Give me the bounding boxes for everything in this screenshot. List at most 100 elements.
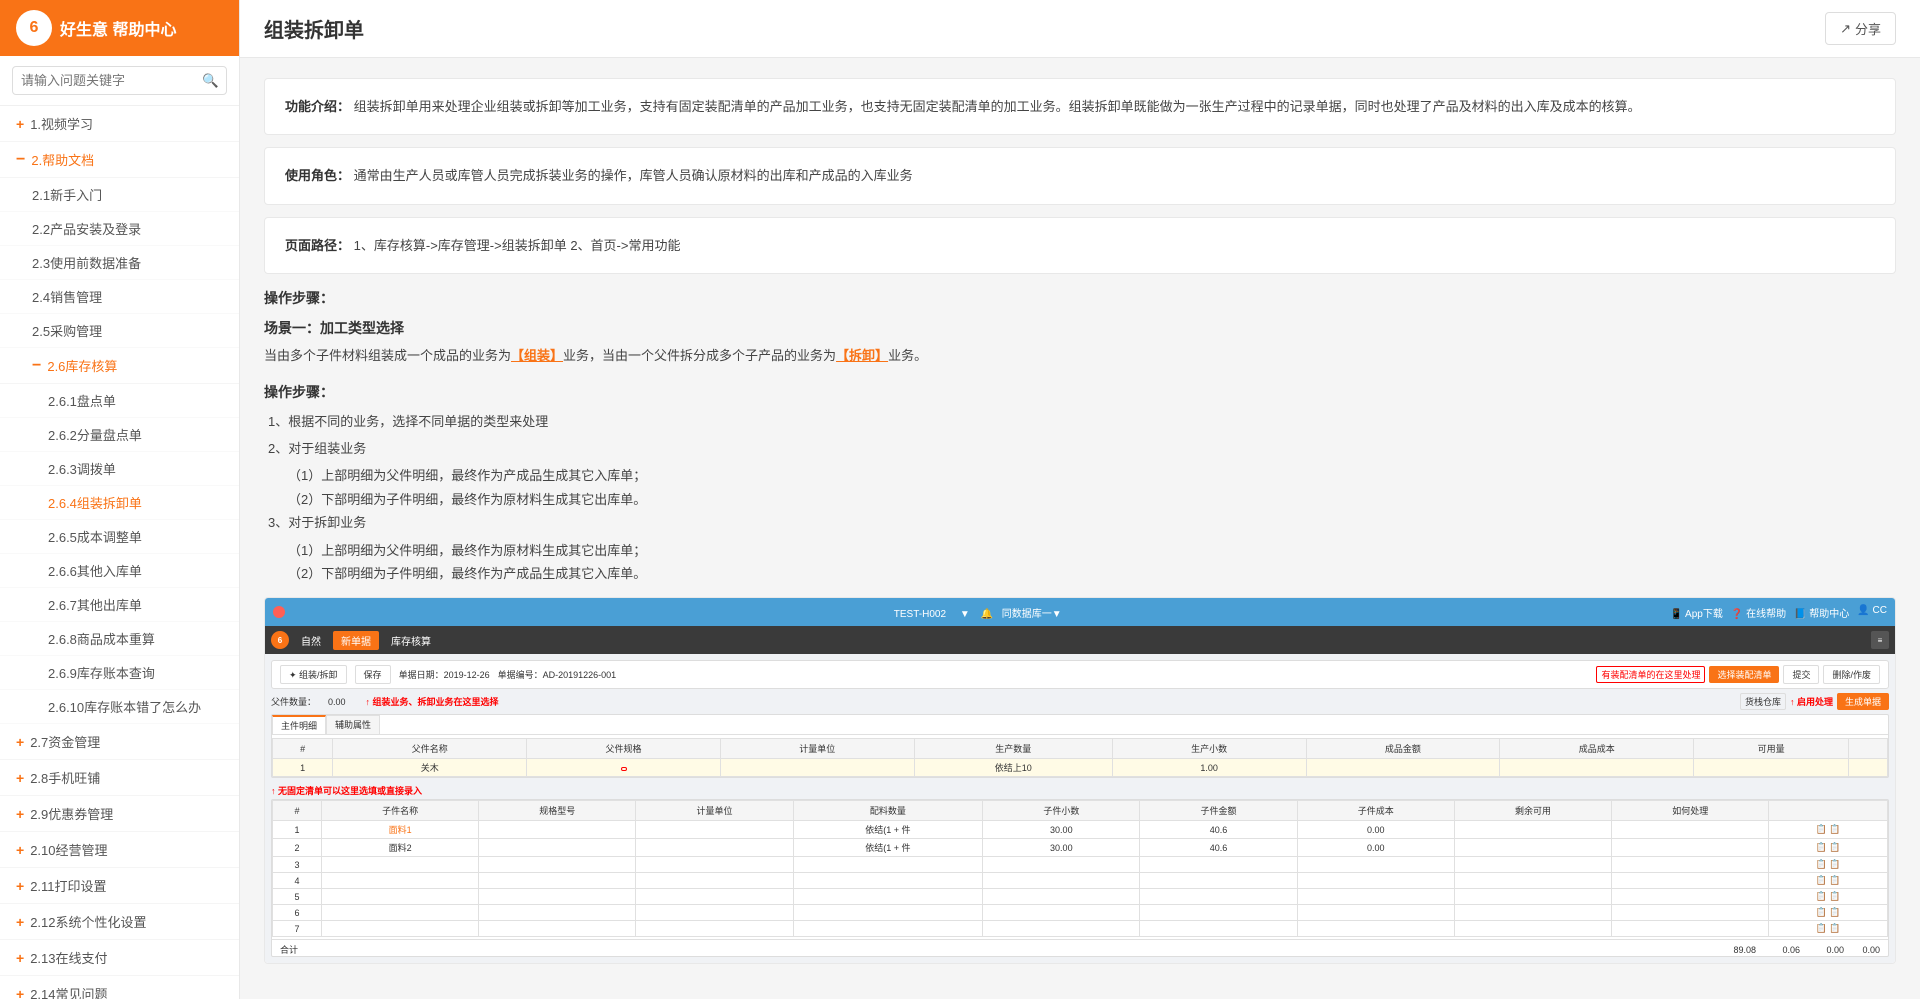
mock-td-qty: 依结上10 <box>914 759 1112 777</box>
mock-upper-table: # 父件名称 父件规格 计量单位 生产数量 生产小数 成品金额 成品成本 可用量 <box>272 738 1888 777</box>
mock-table-row-1: 1 关木 依结上10 1.00 <box>273 759 1888 777</box>
role-label: 使用角色： <box>285 168 350 183</box>
step-3-1: （1）上部明细为父件明细，最终作为原材料生成其它出库单； <box>264 539 1896 562</box>
mock-logo: 6 <box>271 631 289 649</box>
mock-td-num: 1 <box>273 759 333 777</box>
mock-sub-td-amt-1: 40.6 <box>1140 821 1297 839</box>
mock-help-icon: ❓ 在线帮助 <box>1731 605 1786 620</box>
sidebar-item-install[interactable]: 2.2产品安装及登录 <box>0 212 239 246</box>
mock-th-cost: 成品成本 <box>1500 739 1694 759</box>
sidebar-item-ledger-fix[interactable]: 2.6.10库存账本错了怎么办 <box>0 690 239 724</box>
step-2: 2、对于组装业务 <box>264 437 1896 460</box>
sidebar-item-docs[interactable]: − 2.帮助文档 <box>0 142 239 178</box>
top-bar: 组装拆卸单 ↗ 分享 <box>240 0 1920 58</box>
sidebar-item-inventory[interactable]: − 2.6库存核算 <box>0 348 239 384</box>
scene1-desc: 当由多个子件材料组装成一个成品的业务为【组装】业务，当由一个父件拆分成多个子产品… <box>264 344 1896 367</box>
mock-sub-th-action: 如何处理 <box>1612 801 1769 821</box>
sidebar-item-transfer[interactable]: 2.6.3调拨单 <box>0 452 239 486</box>
plus-icon-5: + <box>16 806 24 822</box>
ops-steps-title: 操作步骤： <box>264 382 1896 402</box>
sidebar-item-operations[interactable]: + 2.10经营管理 <box>0 832 239 868</box>
mock-th-qty: 生产数量 <box>914 739 1112 759</box>
sidebar-item-sales[interactable]: 2.4销售管理 <box>0 280 239 314</box>
mock-count-label: 父件数量： <box>271 695 316 708</box>
mock-sub-row-2: 2 面料2 依结(1 + 件 30.00 40.6 0.00 <box>273 839 1888 857</box>
mock-sidebar-toggle: ≡ <box>1871 631 1889 649</box>
mock-sub-td-remain-2 <box>1454 839 1611 857</box>
sidebar-item-mobile[interactable]: + 2.8手机旺铺 <box>0 760 239 796</box>
plus-icon-10: + <box>16 986 24 999</box>
mock-th-num: # <box>273 739 333 759</box>
sidebar-item-ledger-query[interactable]: 2.6.9库存账本查询 <box>0 656 239 690</box>
mock-sub-td-action-2 <box>1612 839 1769 857</box>
mock-annotation-1-box: 有装配清单的在这里处理 <box>1596 666 1705 683</box>
sidebar-item-personalize[interactable]: + 2.12系统个性化设置 <box>0 904 239 940</box>
sidebar-item-operations-label: 2.10经营管理 <box>30 840 107 859</box>
mock-footer-val-2: 0.06 <box>1760 945 1800 955</box>
sidebar-item-video-label: 1.视频学习 <box>30 114 93 133</box>
sidebar-item-cost-adjust[interactable]: 2.6.5成本调整单 <box>0 520 239 554</box>
sidebar-item-assembly[interactable]: 2.6.4组装拆卸单 <box>0 486 239 520</box>
mock-help-center-icon: 📘 帮助中心 <box>1794 605 1849 620</box>
page-title: 组装拆卸单 <box>264 14 364 43</box>
sidebar-item-purchase[interactable]: 2.5采购管理 <box>0 314 239 348</box>
mock-annotation-2: ↑ 组装业务、拆卸业务在这里选择 <box>366 695 499 708</box>
sidebar-item-split-stocktake[interactable]: 2.6.2分量盘点单 <box>0 418 239 452</box>
sidebar-item-other-inbound[interactable]: 2.6.6其他入库单 <box>0 554 239 588</box>
sidebar-item-other-outbound[interactable]: 2.6.7其他出库单 <box>0 588 239 622</box>
search-button[interactable]: 🔍 <box>202 73 219 89</box>
mock-footer-val-1: 89.08 <box>1696 945 1756 955</box>
mock-nav-home: 自然 <box>293 631 329 650</box>
mock-form-meta: 单据日期：2019-12-26 单据编号：AD-20191226-001 <box>399 668 1589 681</box>
plus-icon-9: + <box>16 950 24 966</box>
mock-sub-th-decimal: 子件小数 <box>983 801 1140 821</box>
mock-sub-td-name-2: 面料2 <box>321 839 478 857</box>
sidebar-header: 6 好生意 帮助中心 <box>0 0 239 56</box>
sidebar-item-video[interactable]: + 1.视频学习 <box>0 106 239 142</box>
mock-th-action <box>1849 739 1888 759</box>
role-block: 使用角色： 通常由生产人员或库管人员完成拆装业务的操作，库管人员确认原材料的出库… <box>264 147 1896 204</box>
mock-btn-generate: 生成单据 <box>1837 693 1889 710</box>
sidebar-item-faq-label: 2.14常见问题 <box>30 984 107 999</box>
mock-sub-row-3: 3📋 📋 <box>273 857 1888 873</box>
mock-annotation-3: ↑ 启用处理 <box>1790 695 1833 708</box>
nav-section: + 1.视频学习 − 2.帮助文档 2.1新手入门 2.2产品安装及登录 2.3… <box>0 106 239 999</box>
sidebar-item-print[interactable]: + 2.11打印设置 <box>0 868 239 904</box>
sidebar-item-payment-label: 2.13在线支付 <box>30 948 107 967</box>
minus-icon-2: − <box>32 357 41 375</box>
mock-sub-row-5: 5📋 📋 <box>273 889 1888 905</box>
mock-sub-td-dec-1: 30.00 <box>983 821 1140 839</box>
sidebar-item-inventory-label: 2.6库存核算 <box>47 356 117 375</box>
step-3: 3、对于拆卸业务 <box>264 511 1896 534</box>
sidebar-item-finance[interactable]: + 2.7资金管理 <box>0 724 239 760</box>
sidebar-item-cost-recalc[interactable]: 2.6.8商品成本重算 <box>0 622 239 656</box>
intro-text: 组装拆卸单用来处理企业组装或拆卸等加工业务，支持有固定装配清单的产品加工业务，也… <box>354 99 1641 114</box>
mock-sub-td-dec-2: 30.00 <box>983 839 1140 857</box>
mock-app-icon: 📱 App下载 <box>1670 605 1722 620</box>
mock-sub-td-action-1 <box>1612 821 1769 839</box>
mock-sub-td-unit-2 <box>636 839 793 857</box>
mock-sub-th-num: # <box>273 801 322 821</box>
mock-lower-table: # 子件名称 规格型号 计量单位 配料数量 子件小数 子件金额 子件成本 剩余可… <box>272 800 1888 937</box>
mock-sub-td-spec-2 <box>479 839 636 857</box>
mock-sub-td-ops-1: 📋 📋 <box>1769 821 1888 839</box>
sidebar-item-payment[interactable]: + 2.13在线支付 <box>0 940 239 976</box>
search-input[interactable] <box>12 66 227 95</box>
mock-sub-td-2: 2 <box>273 839 322 857</box>
mock-td-amount <box>1306 759 1500 777</box>
share-button[interactable]: ↗ 分享 <box>1825 12 1896 45</box>
main-content: 组装拆卸单 ↗ 分享 功能介绍： 组装拆卸单用来处理企业组装或拆卸等加工业务，支… <box>240 0 1920 999</box>
mock-btn-submit: 提交 <box>1783 665 1819 684</box>
sidebar-item-faq[interactable]: + 2.14常见问题 <box>0 976 239 999</box>
sidebar-item-docs-label: 2.帮助文档 <box>31 150 94 169</box>
app-title: 好生意 帮助中心 <box>60 16 176 40</box>
mock-annotation-3-wrap: 货栈仓库 ↑ 启用处理 生成单据 <box>1740 693 1889 710</box>
mock-id-label: 单据编号：AD-20191226-001 <box>498 668 617 681</box>
share-label: 分享 <box>1855 19 1881 38</box>
sidebar-item-newcomer[interactable]: 2.1新手入门 <box>0 178 239 212</box>
mock-top-actions: 📱 App下载 ❓ 在线帮助 📘 帮助中心 👤 CC <box>1670 605 1887 620</box>
sidebar-item-stocktake[interactable]: 2.6.1盘点单 <box>0 384 239 418</box>
sidebar-item-coupon[interactable]: + 2.9优惠券管理 <box>0 796 239 832</box>
sidebar-item-data-prep[interactable]: 2.3使用前数据准备 <box>0 246 239 280</box>
mock-th-parent-name: 父件名称 <box>333 739 527 759</box>
